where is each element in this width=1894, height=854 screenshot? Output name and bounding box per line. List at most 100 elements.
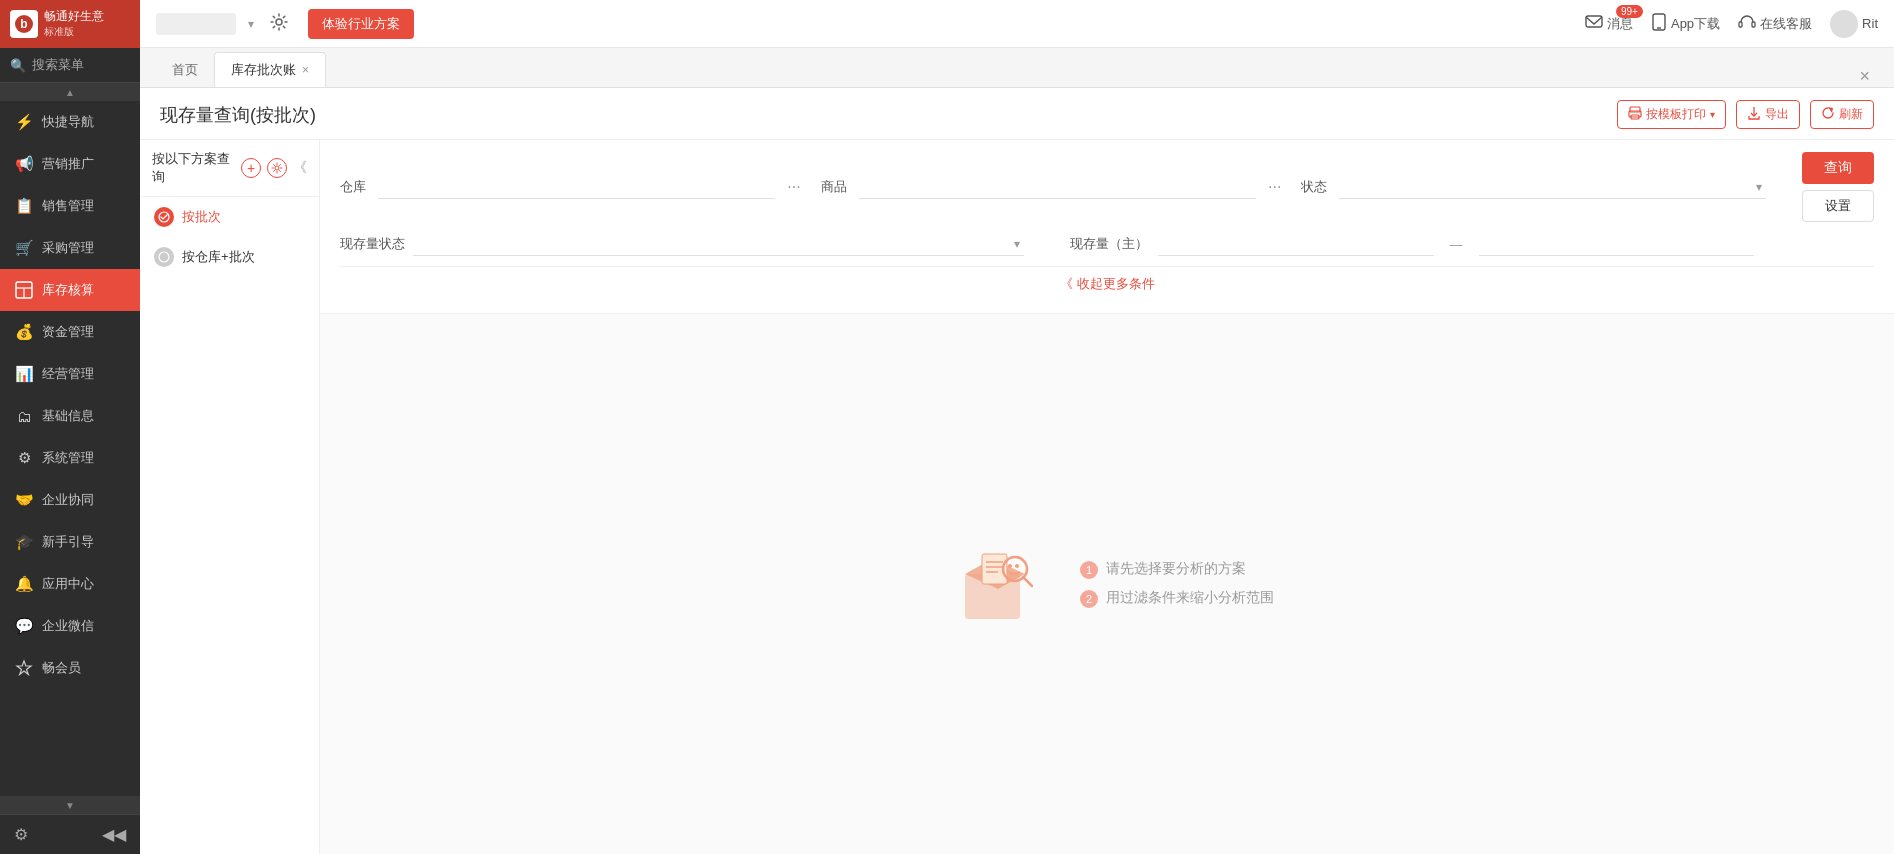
stock-status-select[interactable] bbox=[413, 232, 1024, 255]
left-panel: 按以下方案查询 + 《 按批次 bbox=[140, 140, 320, 854]
business-icon: 📊 bbox=[14, 364, 34, 384]
sidebar-item-business[interactable]: 📊 经营管理 bbox=[0, 353, 140, 395]
sidebar-item-basic[interactable]: 🗂 基础信息 bbox=[0, 395, 140, 437]
sidebar-item-purchase[interactable]: 🛒 采购管理 bbox=[0, 227, 140, 269]
left-panel-header: 按以下方案查询 + 《 bbox=[140, 140, 319, 197]
collapse-panel-icon[interactable]: 《 bbox=[293, 159, 307, 177]
product-label: 商品 bbox=[821, 178, 851, 196]
phone-icon bbox=[1651, 13, 1667, 34]
app-download-btn[interactable]: App下载 bbox=[1651, 13, 1720, 34]
sidebar-item-label: 系统管理 bbox=[42, 449, 94, 467]
collapse-more-btn[interactable]: 《 收起更多条件 bbox=[340, 266, 1874, 301]
finance-icon: 💰 bbox=[14, 322, 34, 342]
tab-inventory-batch[interactable]: 库存批次账 × bbox=[214, 52, 326, 87]
scheme-icon-active bbox=[154, 207, 174, 227]
sidebar-item-sales[interactable]: 📋 销售管理 bbox=[0, 185, 140, 227]
empty-tips: 1 请先选择要分析的方案 2 用过滤条件来缩小分析范围 bbox=[1080, 560, 1274, 608]
collab-icon: 🤝 bbox=[14, 490, 34, 510]
scheme-settings-btn[interactable] bbox=[267, 158, 287, 178]
warehouse-dots[interactable]: ··· bbox=[783, 178, 804, 196]
app-download-label: App下载 bbox=[1671, 15, 1720, 33]
template-print-btn[interactable]: 按模板打印 ▾ bbox=[1617, 100, 1726, 129]
marketing-icon: 📢 bbox=[14, 154, 34, 174]
page-close-icon[interactable]: × bbox=[1851, 66, 1878, 87]
refresh-btn[interactable]: 刷新 bbox=[1810, 100, 1874, 129]
online-service-btn[interactable]: 在线客服 bbox=[1738, 13, 1812, 34]
chevron-up-icon: 《 bbox=[1060, 275, 1073, 293]
basic-icon: 🗂 bbox=[14, 406, 34, 426]
newbie-icon: 🎓 bbox=[14, 532, 34, 552]
sidebar-item-inventory[interactable]: 库存核算 bbox=[0, 269, 140, 311]
settings-btn[interactable]: 设置 bbox=[1802, 190, 1874, 222]
filter-row-2: 现存量状态 ▾ 现存量（主） — bbox=[340, 232, 1754, 256]
sidebar-item-wechat[interactable]: 💬 企业微信 bbox=[0, 605, 140, 647]
breadcrumb-input[interactable] bbox=[156, 13, 236, 35]
warehouse-filter-group: 仓库 ··· bbox=[340, 175, 805, 199]
svg-rect-10 bbox=[1739, 22, 1742, 27]
settings-icon[interactable]: ⚙ bbox=[14, 825, 28, 844]
empty-illustration bbox=[940, 529, 1050, 639]
sidebar-item-appstore[interactable]: 🔔 应用中心 bbox=[0, 563, 140, 605]
query-btn[interactable]: 查询 bbox=[1802, 152, 1874, 184]
sidebar-item-finance[interactable]: 💰 资金管理 bbox=[0, 311, 140, 353]
product-dots[interactable]: ··· bbox=[1264, 178, 1285, 196]
scheme-item-by-warehouse-batch[interactable]: 按仓库+批次 bbox=[140, 237, 319, 277]
export-btn[interactable]: 导出 bbox=[1736, 100, 1800, 129]
sidebar-item-members[interactable]: 畅会员 bbox=[0, 647, 140, 689]
status-select[interactable] bbox=[1339, 175, 1766, 198]
sidebar-item-label: 销售管理 bbox=[42, 197, 94, 215]
stock-qty-from-input[interactable] bbox=[1158, 232, 1434, 256]
svg-point-6 bbox=[276, 19, 282, 25]
sidebar-item-label: 新手引导 bbox=[42, 533, 94, 551]
stock-status-filter-group: 现存量状态 ▾ bbox=[340, 232, 1024, 256]
sidebar-search[interactable]: 🔍 搜索菜单 bbox=[0, 48, 140, 83]
stock-qty-dash: — bbox=[1442, 237, 1471, 252]
product-input[interactable] bbox=[859, 175, 1256, 199]
tab-home-label: 首页 bbox=[172, 61, 198, 79]
stock-qty-label: 现存量（主） bbox=[1070, 235, 1150, 253]
sales-icon: 📋 bbox=[14, 196, 34, 216]
avatar bbox=[1830, 10, 1858, 38]
sidebar-item-label: 经营管理 bbox=[42, 365, 94, 383]
warehouse-input[interactable] bbox=[378, 175, 775, 199]
sidebar-item-newbie[interactable]: 🎓 新手引导 bbox=[0, 521, 140, 563]
scheme-item-by-batch[interactable]: 按批次 bbox=[140, 197, 319, 237]
empty-tip-2: 2 用过滤条件来缩小分析范围 bbox=[1080, 589, 1274, 608]
sidebar-item-collab[interactable]: 🤝 企业协同 bbox=[0, 479, 140, 521]
stock-qty-to-input[interactable] bbox=[1479, 232, 1755, 256]
add-scheme-btn[interactable]: + bbox=[241, 158, 261, 178]
search-icon: 🔍 bbox=[10, 58, 26, 73]
quicknav-icon: ⚡ bbox=[14, 112, 34, 132]
username-label: Rit bbox=[1862, 16, 1878, 31]
sidebar-item-system[interactable]: ⚙ 系统管理 bbox=[0, 437, 140, 479]
tip-number-1: 1 bbox=[1080, 561, 1098, 579]
dropdown-arrow-icon[interactable]: ▾ bbox=[1710, 109, 1715, 120]
experience-industry-btn[interactable]: 体验行业方案 bbox=[308, 9, 414, 39]
sidebar-scroll-down[interactable]: ▼ bbox=[0, 796, 140, 814]
app-version: 标准版 bbox=[44, 25, 104, 39]
svg-text:b: b bbox=[20, 17, 27, 31]
tip-number-2: 2 bbox=[1080, 590, 1098, 608]
refresh-label: 刷新 bbox=[1839, 106, 1863, 123]
tip-text-1: 请先选择要分析的方案 bbox=[1106, 560, 1246, 578]
status-filter-group: 状态 ▾ bbox=[1301, 175, 1766, 199]
sidebar-footer: ⚙ ◀◀ bbox=[0, 814, 140, 854]
tab-close-icon[interactable]: × bbox=[302, 64, 309, 76]
tab-home[interactable]: 首页 bbox=[156, 53, 214, 87]
sidebar-scroll-up[interactable]: ▲ bbox=[0, 83, 140, 101]
svg-point-18 bbox=[159, 252, 169, 262]
app-logo: b bbox=[10, 10, 38, 38]
svg-marker-5 bbox=[17, 661, 31, 675]
sidebar-item-quicknav[interactable]: ⚡ 快捷导航 bbox=[0, 101, 140, 143]
refresh-icon bbox=[1821, 106, 1835, 123]
sidebar-item-label: 企业微信 bbox=[42, 617, 94, 635]
scheme-label-by-batch: 按批次 bbox=[182, 208, 221, 226]
chevron-down-icon[interactable]: ▾ bbox=[248, 17, 254, 31]
topbar-right: 消息 99+ App下载 在线客服 Rit bbox=[1585, 10, 1878, 38]
sidebar-item-label: 企业协同 bbox=[42, 491, 94, 509]
messages-btn[interactable]: 消息 99+ bbox=[1585, 13, 1633, 34]
gear-icon[interactable] bbox=[270, 13, 288, 35]
sidebar-item-marketing[interactable]: 📢 营销推广 bbox=[0, 143, 140, 185]
user-profile-btn[interactable]: Rit bbox=[1830, 10, 1878, 38]
collapse-sidebar-icon[interactable]: ◀◀ bbox=[102, 825, 126, 844]
